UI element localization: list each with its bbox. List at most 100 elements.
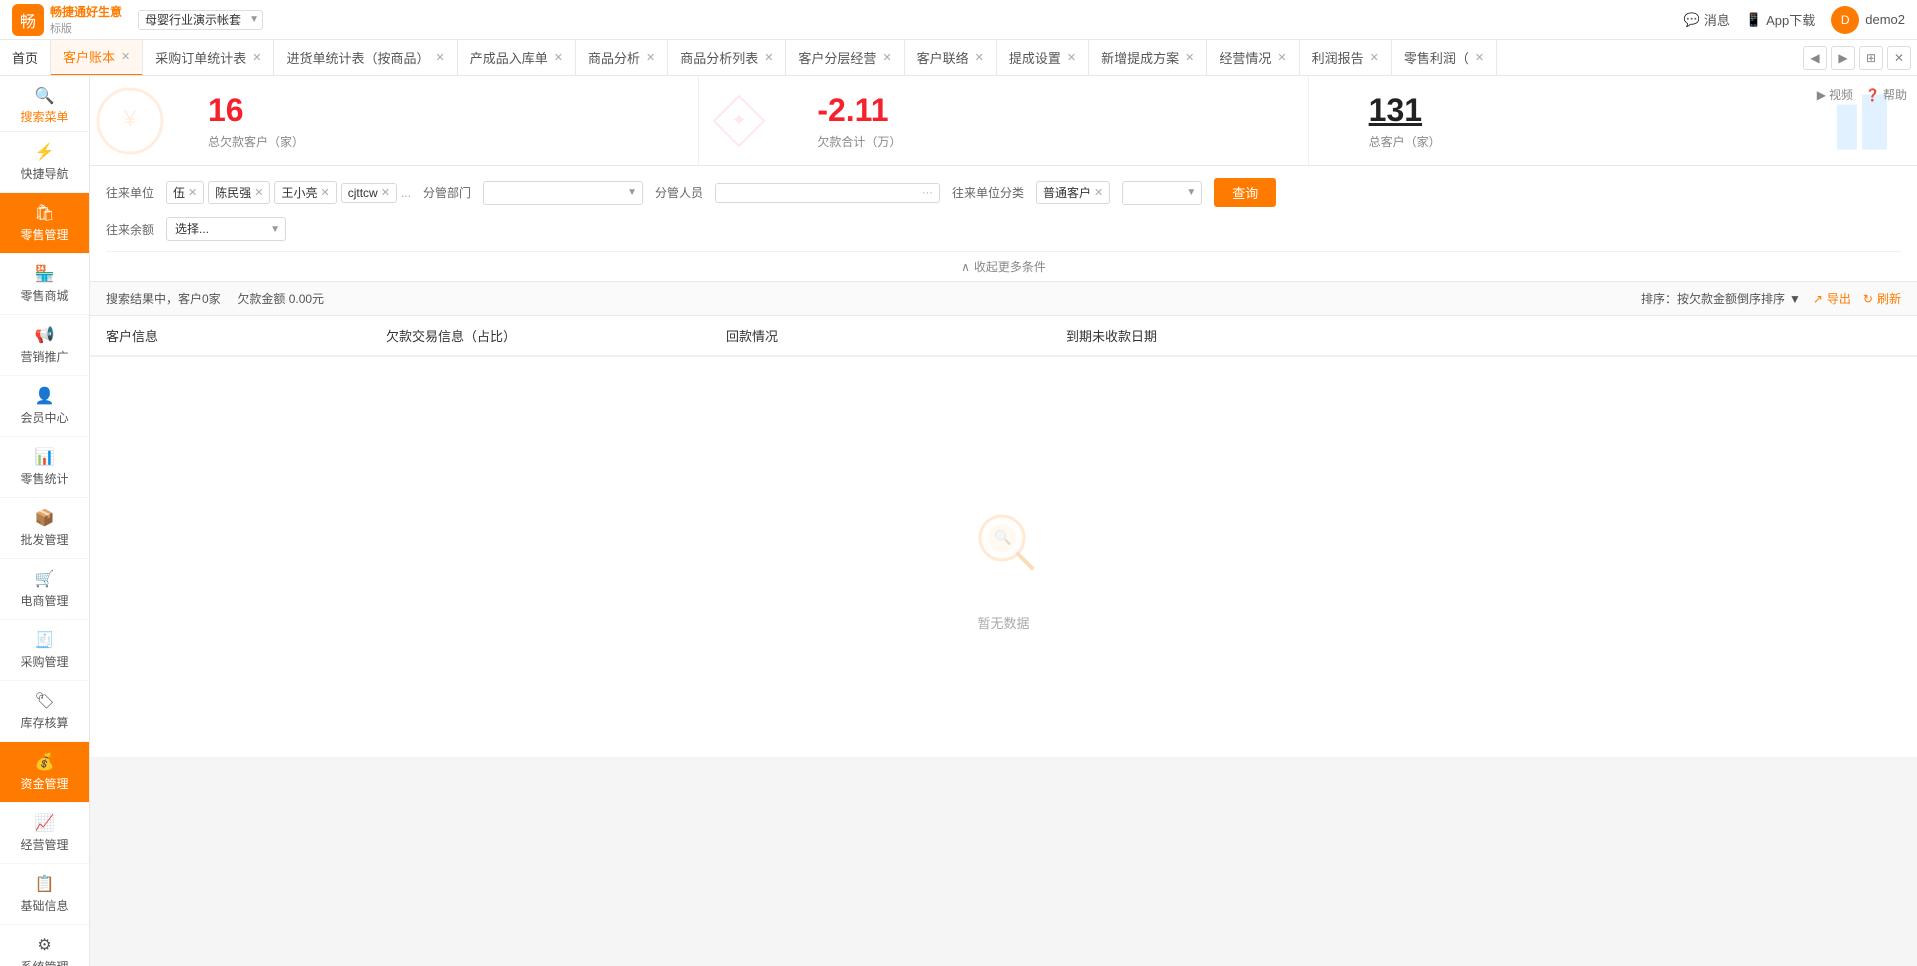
tab-close-po[interactable]: ✕	[252, 51, 261, 64]
sidebar-item-batch-mgmt[interactable]: 📦 批发管理	[0, 498, 89, 559]
person-input[interactable]	[722, 186, 922, 200]
sidebar-item-member[interactable]: 👤 会员中心	[0, 376, 89, 437]
tab-bizstat[interactable]: 经营情况 ✕	[1207, 40, 1299, 76]
sidebar-item-basic-info[interactable]: 📋 基础信息	[0, 864, 89, 925]
sidebar-search[interactable]: 🔍 搜索菜单	[0, 76, 89, 132]
inventory-icon: 🏷	[34, 691, 54, 711]
tab-retailprofit[interactable]: 零售利润（ ✕	[1392, 40, 1497, 76]
sidebar-item-inventory[interactable]: 🏷 库存核算	[0, 681, 89, 742]
tab-close-analysis2[interactable]: ✕	[764, 51, 773, 64]
sidebar-item-operations[interactable]: 📈 经营管理	[0, 803, 89, 864]
query-button[interactable]: 查询	[1214, 178, 1276, 207]
unit-type-select-wrap[interactable]: ▼	[1122, 181, 1202, 205]
tab-close-arbook[interactable]: ✕	[121, 50, 130, 63]
empty-icon: 🔍	[964, 502, 1044, 601]
tab-close-analysis[interactable]: ✕	[646, 51, 655, 64]
tab-prev-button[interactable]: ◀	[1803, 46, 1827, 70]
balance-filter-label: 往来余额	[106, 221, 154, 238]
tab-close-goods[interactable]: ✕	[436, 51, 445, 64]
unit-filter-label: 往来单位	[106, 184, 154, 201]
sidebar-item-retail-stat[interactable]: 📊 零售统计	[0, 437, 89, 498]
system-select-wrap[interactable]: 母婴行业演示帐套 ▼	[138, 10, 263, 30]
tab-expand-button[interactable]: ⊞	[1859, 46, 1883, 70]
table-header: 客户信息 欠款交易信息（占比） 回款情况 到期未收款日期	[90, 316, 1917, 357]
tab-home[interactable]: 首页	[0, 40, 51, 76]
unit-type-select[interactable]	[1122, 181, 1202, 205]
topbar: 畅 畅捷通好生意 标版 母婴行业演示帐套 ▼ 💬 消息 📱 App下载 D de…	[0, 0, 1917, 40]
filter-tag-chen-close[interactable]: ✕	[254, 186, 263, 199]
tab-analysis2[interactable]: 商品分析列表 ✕	[668, 40, 786, 76]
filter-tag-cjttcw-close[interactable]: ✕	[381, 186, 390, 199]
sidebar-item-sys-mgmt[interactable]: ⚙ 系统管理	[0, 925, 89, 966]
tab-close-prod[interactable]: ✕	[554, 51, 563, 64]
balance-select[interactable]: 选择...	[166, 217, 286, 241]
filter-tag-normal-customer-close[interactable]: ✕	[1094, 186, 1103, 199]
nav-tabs: 首页 客户账本 ✕ 采购订单统计表 ✕ 进货单统计表（按商品） ✕ 产成品入库单…	[0, 40, 1917, 76]
sidebar-item-purchase[interactable]: 🧾 采购管理	[0, 620, 89, 681]
tab-commission[interactable]: 提成设置 ✕	[997, 40, 1089, 76]
tab-close-all-button[interactable]: ✕	[1887, 46, 1911, 70]
filter-tag-wu[interactable]: 伍 ✕	[166, 181, 204, 204]
filter-more-unit[interactable]: ...	[401, 186, 411, 200]
message-button[interactable]: 💬 消息	[1684, 10, 1730, 29]
tab-close-newplan[interactable]: ✕	[1185, 51, 1194, 64]
col-repayment: 回款情况	[726, 326, 1066, 345]
person-more-icon[interactable]: ···	[922, 187, 933, 199]
tab-close-profit[interactable]: ✕	[1370, 51, 1379, 64]
stat-card-amount: ✦ -2.11 欠款合计（万）	[699, 76, 1308, 165]
avatar: D	[1831, 6, 1859, 34]
app-download-button[interactable]: 📱 App下载	[1746, 10, 1815, 29]
search-icon: 🔍	[35, 86, 55, 106]
tab-close-contact[interactable]: ✕	[975, 51, 984, 64]
tab-po[interactable]: 采购订单统计表 ✕	[143, 40, 274, 76]
refresh-button[interactable]: ↻ 刷新	[1863, 290, 1901, 307]
person-input-wrap[interactable]: ···	[715, 183, 940, 203]
filter-tag-cjttcw[interactable]: cjttcw ✕	[341, 183, 397, 203]
sidebar-item-ecommerce[interactable]: 🛒 电商管理	[0, 559, 89, 620]
tab-close-bizstat[interactable]: ✕	[1277, 51, 1286, 64]
video-button[interactable]: ▶ 视频	[1817, 86, 1853, 103]
unit-type-label: 往来单位分类	[952, 184, 1024, 201]
tab-goods[interactable]: 进货单统计表（按商品） ✕	[274, 40, 457, 76]
tab-layer[interactable]: 客户分层经营 ✕	[786, 40, 904, 76]
filter-tag-chen[interactable]: 陈民强 ✕	[208, 181, 270, 204]
tab-newplan[interactable]: 新增提成方案 ✕	[1089, 40, 1207, 76]
stat-value-customers: 16	[208, 92, 304, 129]
sidebar-item-quick-nav[interactable]: ⚡ 快捷导航	[0, 132, 89, 193]
sidebar-item-finance[interactable]: 💰 资金管理	[0, 742, 89, 803]
sidebar-item-retail-mgmt[interactable]: 🛍 零售管理	[0, 193, 89, 254]
topbar-left: 畅 畅捷通好生意 标版 母婴行业演示帐套 ▼	[12, 3, 263, 36]
nav-tabs-end: ◀ ▶ ⊞ ✕	[1803, 46, 1917, 70]
collapse-button[interactable]: ∧ 收起更多条件	[106, 251, 1901, 281]
operations-icon: 📈	[35, 813, 55, 833]
tab-close-retailprofit[interactable]: ✕	[1475, 51, 1484, 64]
tab-profit[interactable]: 利润报告 ✕	[1300, 40, 1392, 76]
tab-prod[interactable]: 产成品入库单 ✕	[458, 40, 576, 76]
tab-arbook[interactable]: 客户账本 ✕	[51, 40, 143, 76]
refresh-icon: ↻	[1863, 292, 1873, 306]
dept-select[interactable]	[483, 181, 643, 205]
tab-next-button[interactable]: ▶	[1831, 46, 1855, 70]
balance-select-wrap[interactable]: 选择... ▼	[166, 217, 286, 241]
sort-select[interactable]: 排序：按欠款金额倒序排序 ▼	[1641, 290, 1801, 307]
tab-close-commission[interactable]: ✕	[1067, 51, 1076, 64]
help-button[interactable]: ❓ 帮助	[1865, 86, 1907, 103]
filter-tag-wang[interactable]: 王小亮 ✕	[274, 181, 336, 204]
sidebar-item-retail-mall[interactable]: 🏪 零售商城	[0, 254, 89, 315]
sys-mgmt-icon: ⚙	[37, 935, 51, 955]
filter-tag-wu-close[interactable]: ✕	[188, 186, 197, 199]
user-avatar-button[interactable]: D demo2	[1831, 6, 1905, 34]
sidebar-item-marketing[interactable]: 📢 营销推广	[0, 315, 89, 376]
filter-tags: 伍 ✕ 陈民强 ✕ 王小亮 ✕ cjttcw ✕ ...	[166, 181, 411, 204]
tab-analysis[interactable]: 商品分析 ✕	[576, 40, 668, 76]
tab-contact[interactable]: 客户联络 ✕	[905, 40, 997, 76]
content-area: ¥ 16 总欠款客户（家） ✦ -2.11 欠款合计（	[90, 76, 1917, 966]
filter-tag-normal-customer[interactable]: 普通客户 ✕	[1036, 181, 1110, 204]
message-icon: 💬	[1684, 12, 1700, 28]
system-select[interactable]: 母婴行业演示帐套	[138, 10, 263, 30]
export-button[interactable]: ↗ 导出	[1813, 290, 1851, 307]
filter-tag-wang-close[interactable]: ✕	[321, 186, 330, 199]
dept-select-wrap[interactable]: ▼	[483, 181, 643, 205]
stat-label-customers: 总欠款客户（家）	[208, 133, 304, 150]
tab-close-layer[interactable]: ✕	[882, 51, 891, 64]
